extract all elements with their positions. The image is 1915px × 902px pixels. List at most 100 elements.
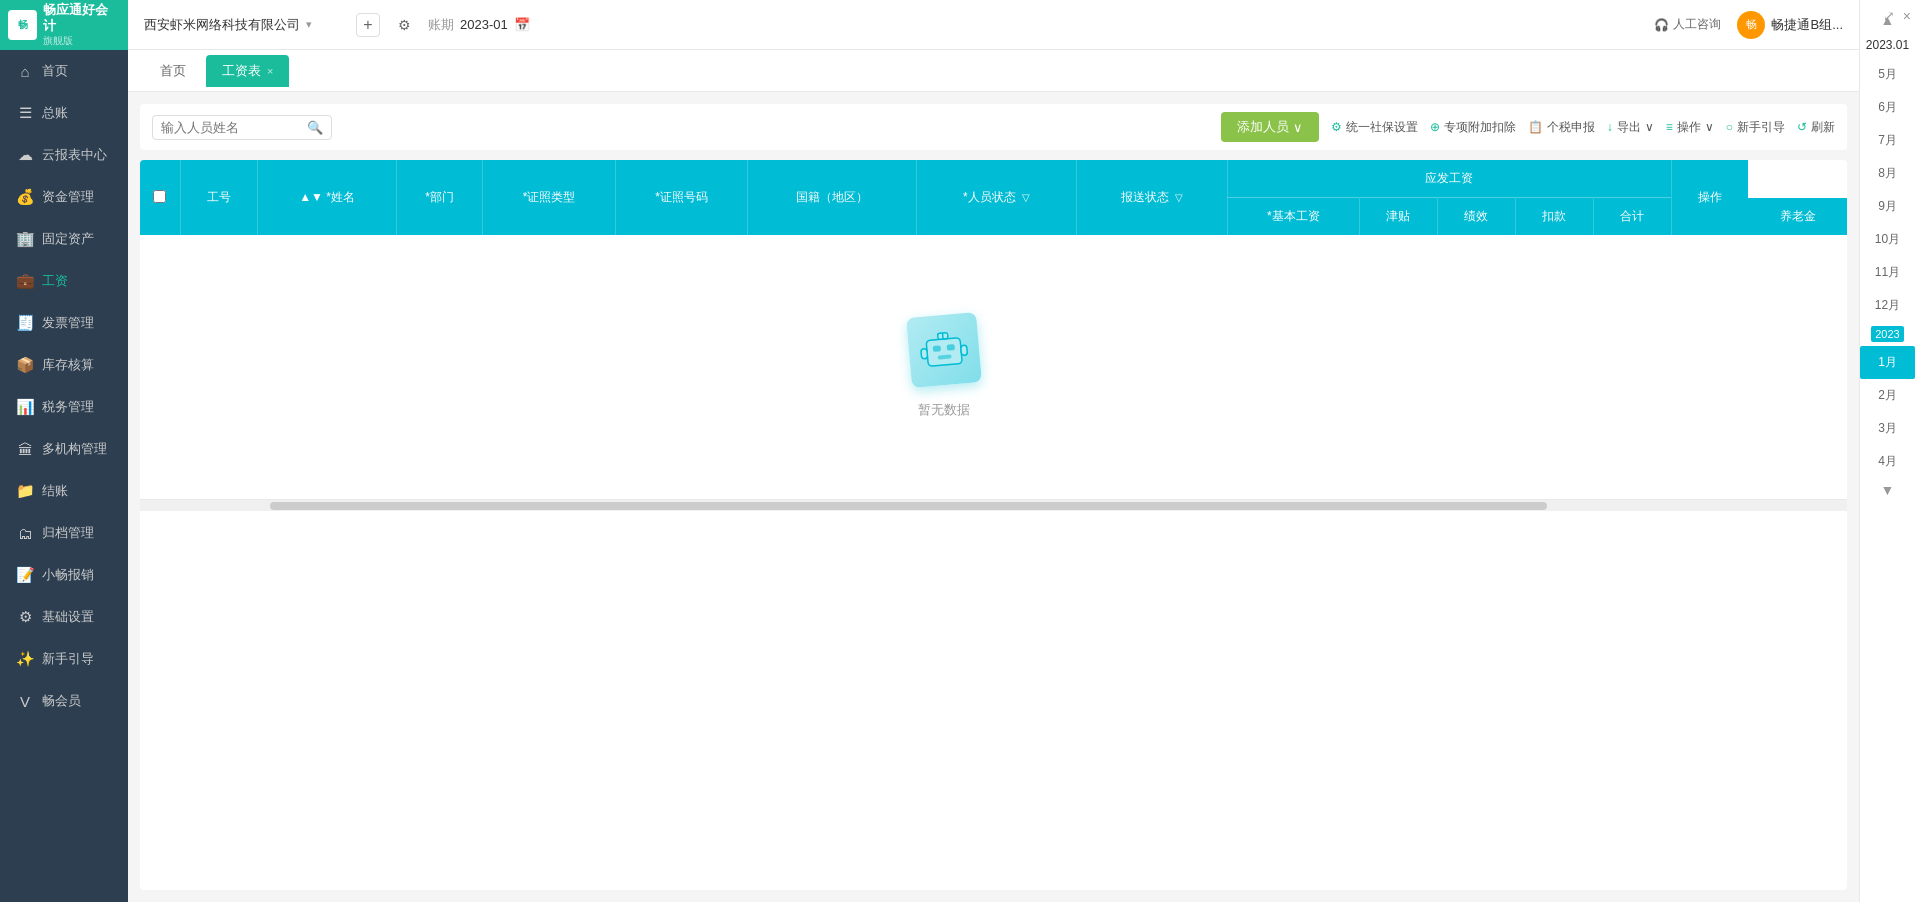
salary-table: 工号 ▲▼ *姓名 *部门 *证照类型 *证照号码 国籍（地区） *人员状态 ▽… — [140, 160, 1847, 499]
logo-text: 畅应通好会计 旗舰版 — [43, 2, 120, 47]
sidebar-logo: 畅 畅应通好会计 旗舰版 — [0, 0, 128, 50]
refresh-button[interactable]: ↺ 刷新 — [1797, 119, 1835, 136]
sidebar-item-expense[interactable]: 📝 小畅报销 — [0, 554, 128, 596]
panel-close-button[interactable]: × — [1903, 8, 1911, 24]
tax-declaration-button[interactable]: 📋 个税申报 — [1528, 119, 1595, 136]
month-item-4[interactable]: 4月 — [1860, 445, 1915, 478]
sidebar-item-salary[interactable]: 💼 工资 — [0, 260, 128, 302]
sidebar-nav: ⌂ 首页 ☰ 总账 ☁ 云报表中心 💰 资金管理 🏢 固定资产 💼 工资 🧾 发… — [0, 50, 128, 902]
avatar: 畅 — [1737, 11, 1765, 39]
settings-icon: ⚙ — [16, 608, 34, 626]
social-settings-icon: ⚙ — [1331, 120, 1342, 134]
tax-icon: 📋 — [1528, 120, 1543, 134]
tab-salary-table[interactable]: 工资表 × — [206, 55, 289, 87]
month-item-10[interactable]: 10月 — [1860, 223, 1915, 256]
sidebar-item-fund[interactable]: 💰 资金管理 — [0, 176, 128, 218]
svg-line-5 — [943, 333, 944, 339]
month-item-1[interactable]: 1月 — [1860, 346, 1915, 379]
sidebar-item-archive[interactable]: 🗂 归档管理 — [0, 512, 128, 554]
sidebar-item-inventory[interactable]: 📦 库存核算 — [0, 344, 128, 386]
headset-icon: 🎧 — [1654, 18, 1669, 32]
month-item-7[interactable]: 7月 — [1860, 124, 1915, 157]
svg-rect-2 — [947, 344, 955, 351]
export-button[interactable]: ↓ 导出 ∨ — [1607, 119, 1654, 136]
add-company-button[interactable]: + — [356, 13, 380, 37]
new-guide-button[interactable]: ○ 新手引导 — [1726, 119, 1785, 136]
sidebar-item-cloud-report[interactable]: ☁ 云报表中心 — [0, 134, 128, 176]
social-settings-button[interactable]: ⚙ 统一社保设置 — [1331, 119, 1418, 136]
month-item-6[interactable]: 6月 — [1860, 91, 1915, 124]
sidebar-item-settings[interactable]: ⚙ 基础设置 — [0, 596, 128, 638]
operation-button[interactable]: ≡ 操作 ∨ — [1666, 119, 1714, 136]
operation-chevron-icon: ∨ — [1705, 120, 1714, 134]
th-allowance: 津贴 — [1360, 198, 1438, 236]
sidebar-item-member[interactable]: V 畅会员 — [0, 680, 128, 722]
sidebar-item-fixed-assets[interactable]: 🏢 固定资产 — [0, 218, 128, 260]
empty-state: 暂无数据 — [140, 235, 1748, 499]
tabbar: 首页 工资表 × — [128, 50, 1859, 92]
th-base-salary: *基本工资 — [1227, 198, 1359, 236]
add-person-chevron-icon: ∨ — [1293, 120, 1303, 135]
customer-service-button[interactable]: 🎧 人工咨询 — [1654, 16, 1721, 33]
empty-row: 暂无数据 — [140, 235, 1847, 499]
month-item-5[interactable]: 5月 — [1860, 58, 1915, 91]
month-item-3[interactable]: 3月 — [1860, 412, 1915, 445]
table-body: 暂无数据 — [140, 235, 1847, 499]
tab-home[interactable]: 首页 — [144, 55, 202, 87]
scrollbar-thumb[interactable] — [270, 502, 1547, 510]
calendar-icon[interactable]: 📅 — [514, 17, 530, 32]
th-performance: 绩效 — [1437, 198, 1515, 236]
table-container: 工号 ▲▼ *姓名 *部门 *证照类型 *证照号码 国籍（地区） *人员状态 ▽… — [140, 160, 1847, 890]
th-number: 工号 — [180, 160, 258, 235]
th-department: *部门 — [396, 160, 483, 235]
search-input[interactable] — [161, 120, 301, 135]
sidebar-item-invoice[interactable]: 🧾 发票管理 — [0, 302, 128, 344]
month-item-12[interactable]: 12月 — [1860, 289, 1915, 322]
company-name: 西安虾米网络科技有限公司 — [144, 16, 300, 34]
company-selector[interactable]: 西安虾米网络科技有限公司 ▾ — [144, 16, 344, 34]
period-display: 账期 2023-01 📅 — [428, 16, 530, 34]
empty-robot-icon — [906, 312, 982, 388]
main-area: 西安虾米网络科技有限公司 ▾ + ⚙ 账期 2023-01 📅 🎧 人工咨询 畅… — [128, 0, 1859, 902]
toolbar: 🔍 添加人员 ∨ ⚙ 统一社保设置 ⊕ 专项附加扣除 📋 个税申报 — [140, 104, 1847, 150]
sidebar: 畅 畅应通好会计 旗舰版 ⌂ 首页 ☰ 总账 ☁ 云报表中心 💰 资金管理 🏢 … — [0, 0, 128, 902]
th-id-number: *证照号码 — [615, 160, 747, 235]
th-person-status: *人员状态 ▽ — [917, 160, 1077, 235]
month-item-9[interactable]: 9月 — [1860, 190, 1915, 223]
scroll-bar[interactable] — [140, 499, 1847, 511]
table-header-row-1: 工号 ▲▼ *姓名 *部门 *证照类型 *证照号码 国籍（地区） *人员状态 ▽… — [140, 160, 1847, 198]
th-id-type: *证照类型 — [483, 160, 615, 235]
new-guide-icon: ○ — [1726, 120, 1733, 134]
tax-icon: 📊 — [16, 398, 34, 416]
person-status-filter-icon[interactable]: ▽ — [1022, 192, 1030, 203]
panel-down-arrow[interactable]: ▼ — [1877, 478, 1899, 502]
sidebar-item-home[interactable]: ⌂ 首页 — [0, 50, 128, 92]
invoice-icon: 🧾 — [16, 314, 34, 332]
export-icon: ↓ — [1607, 120, 1613, 134]
sidebar-item-tax[interactable]: 📊 税务管理 — [0, 386, 128, 428]
month-item-2[interactable]: 2月 — [1860, 379, 1915, 412]
select-all-checkbox[interactable] — [153, 190, 166, 203]
report-status-filter-icon[interactable]: ▽ — [1175, 192, 1183, 203]
th-pension: 养老金 — [1748, 198, 1847, 236]
tab-close-icon[interactable]: × — [267, 65, 273, 77]
settings-button[interactable]: ⚙ — [392, 13, 416, 37]
sidebar-item-multi-org[interactable]: 🏛 多机构管理 — [0, 428, 128, 470]
add-person-button[interactable]: 添加人员 ∨ — [1221, 112, 1319, 142]
sidebar-item-ledger[interactable]: ☰ 总账 — [0, 92, 128, 134]
topbar-right: 🎧 人工咨询 畅 畅捷通B组... — [1654, 11, 1843, 39]
user-menu[interactable]: 畅 畅捷通B组... — [1737, 11, 1843, 39]
sidebar-item-closing[interactable]: 📁 结账 — [0, 470, 128, 512]
month-panel-header: 2023.01 — [1862, 32, 1913, 58]
company-chevron-icon: ▾ — [306, 18, 312, 31]
month-item-11[interactable]: 11月 — [1860, 256, 1915, 289]
month-item-8[interactable]: 8月 — [1860, 157, 1915, 190]
export-chevron-icon: ∨ — [1645, 120, 1654, 134]
search-icon: 🔍 — [307, 120, 323, 135]
member-icon: V — [16, 693, 34, 710]
sidebar-item-guide[interactable]: ✨ 新手引导 — [0, 638, 128, 680]
panel-expand-button[interactable]: ⤢ — [1883, 8, 1895, 24]
svg-rect-1 — [933, 345, 941, 352]
th-deduction: 扣款 — [1515, 198, 1593, 236]
special-deduction-button[interactable]: ⊕ 专项附加扣除 — [1430, 119, 1516, 136]
